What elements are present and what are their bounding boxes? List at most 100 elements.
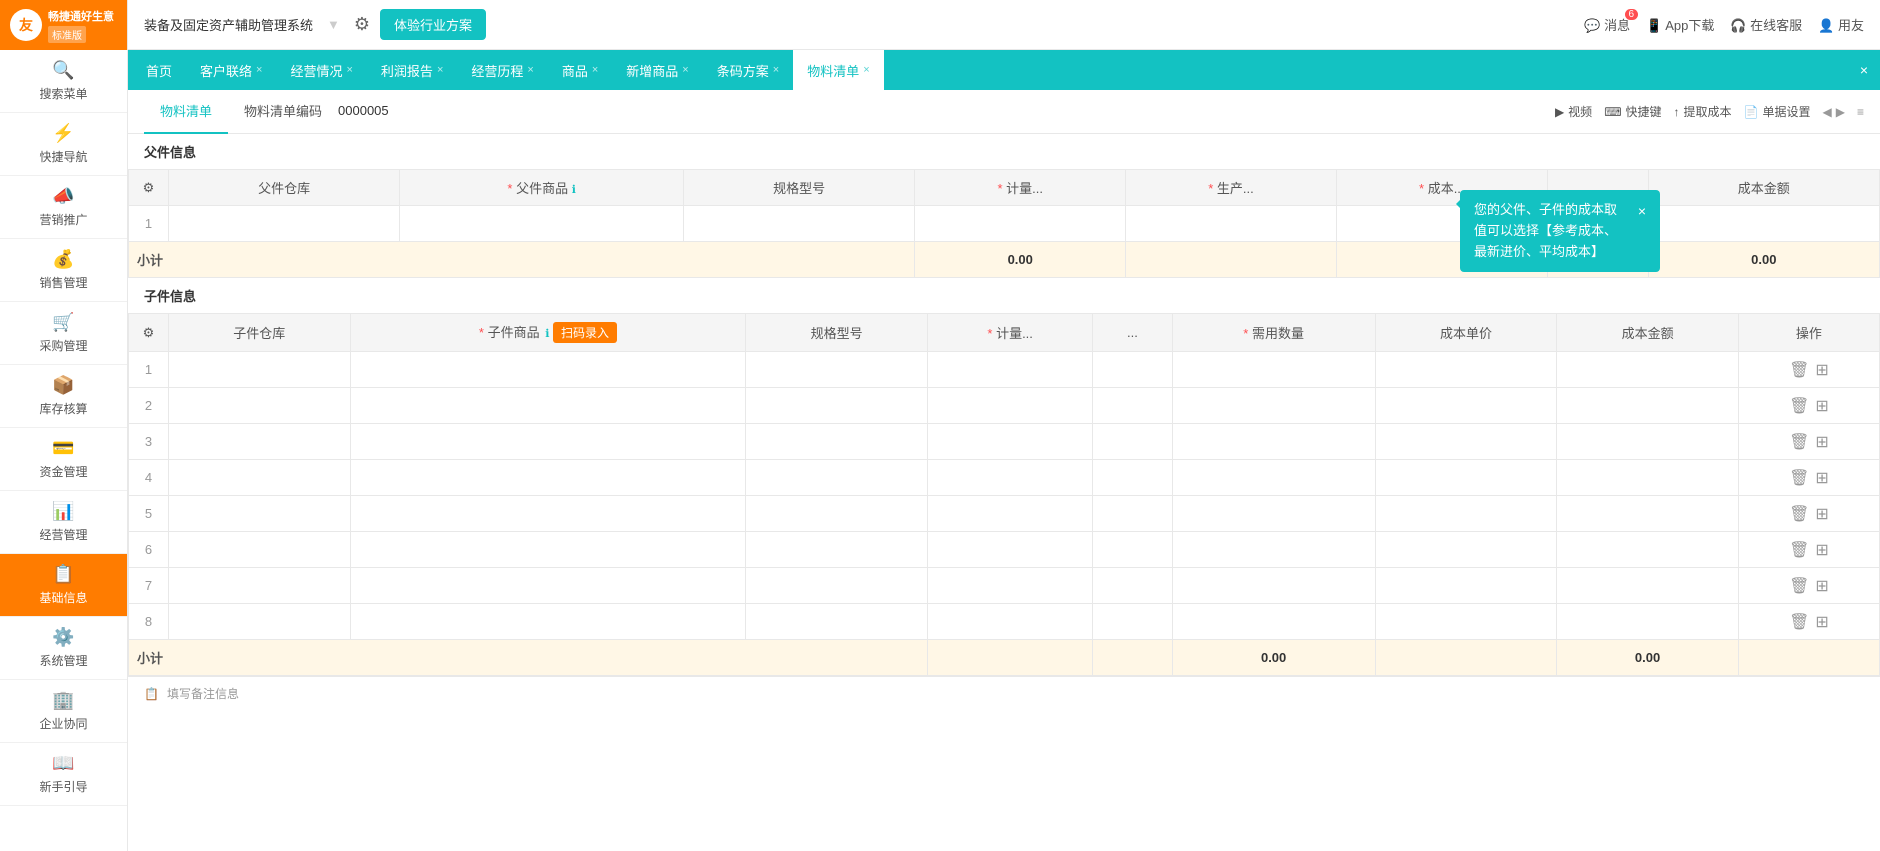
delete-icon[interactable]: 🗑 [1789, 576, 1809, 596]
child-goods-7[interactable] [350, 568, 746, 604]
tab-goods[interactable]: 商品 × [548, 50, 612, 90]
child-goods-3[interactable] [350, 424, 746, 460]
child-extra-3[interactable] [1093, 424, 1172, 460]
child-qty-5[interactable] [1172, 496, 1375, 532]
close-goods-icon[interactable]: × [592, 64, 598, 76]
child-extra-4[interactable] [1093, 460, 1172, 496]
child-extra-1[interactable] [1093, 352, 1172, 388]
user-menu[interactable]: 👤 用友 [1818, 15, 1864, 34]
slip-settings-action[interactable]: 📄 单据设置 [1744, 103, 1811, 120]
tab-biz-history[interactable]: 经营历程 × [457, 50, 547, 90]
close-operation-icon[interactable]: × [346, 64, 352, 76]
delete-icon[interactable]: 🗑 [1789, 540, 1809, 560]
sidebar-item-system[interactable]: ⚙️ 系统管理 [0, 617, 127, 680]
child-goods-2[interactable] [350, 388, 746, 424]
delete-icon[interactable]: 🗑 [1789, 360, 1809, 380]
copy-icon[interactable]: ⊞ [1815, 540, 1828, 560]
tooltip-close-btn[interactable]: × [1638, 200, 1646, 222]
tab-home[interactable]: 首页 [132, 50, 186, 90]
sidebar-item-purchase[interactable]: 🛒 采购管理 [0, 302, 127, 365]
app-download[interactable]: 📱 App下载 [1646, 15, 1714, 34]
shortcut-action[interactable]: ⌨ 快捷键 [1604, 103, 1661, 120]
delete-icon[interactable]: 🗑 [1789, 504, 1809, 524]
online-service[interactable]: 🎧 在线客服 [1730, 15, 1802, 34]
child-warehouse-3[interactable] [169, 424, 351, 460]
tab-bom[interactable]: 物料清单 × [793, 50, 883, 90]
prev-icon[interactable]: ◀ [1823, 105, 1832, 119]
delete-icon[interactable]: 🗑 [1789, 468, 1809, 488]
bottom-hint[interactable]: 📋 填写备注信息 [128, 676, 1880, 710]
copy-icon[interactable]: ⊞ [1815, 396, 1828, 416]
child-extra-7[interactable] [1093, 568, 1172, 604]
sidebar-item-guide[interactable]: 📖 新手引导 [0, 743, 127, 806]
child-warehouse-5[interactable] [169, 496, 351, 532]
child-qty-2[interactable] [1172, 388, 1375, 424]
child-spec-3[interactable] [746, 424, 928, 460]
child-spec-4[interactable] [746, 460, 928, 496]
scan-btn[interactable]: 扫码录入 [553, 322, 617, 343]
try-btn[interactable]: 体验行业方案 [380, 9, 486, 40]
child-unit-8[interactable] [927, 604, 1092, 640]
child-goods-5[interactable] [350, 496, 746, 532]
copy-icon[interactable]: ⊞ [1815, 504, 1828, 524]
sidebar-item-finance[interactable]: 💳 资金管理 [0, 428, 127, 491]
child-warehouse-4[interactable] [169, 460, 351, 496]
child-warehouse-6[interactable] [169, 532, 351, 568]
child-spec-2[interactable] [746, 388, 928, 424]
child-unit-3[interactable] [927, 424, 1092, 460]
settings-icon[interactable]: ⚙ [354, 14, 370, 35]
close-barcode-icon[interactable]: × [773, 64, 779, 76]
child-goods-6[interactable] [350, 532, 746, 568]
child-unit-cost-8[interactable] [1375, 604, 1557, 640]
close-biz-history-icon[interactable]: × [527, 64, 533, 76]
parent-warehouse-cell[interactable] [169, 206, 400, 242]
child-qty-8[interactable] [1172, 604, 1375, 640]
parent-goods-cell[interactable] [400, 206, 684, 242]
close-bom-icon[interactable]: × [863, 64, 869, 76]
parent-production-cell[interactable] [1126, 206, 1337, 242]
child-qty-1[interactable] [1172, 352, 1375, 388]
sidebar-item-operation[interactable]: 📊 经营管理 [0, 491, 127, 554]
sidebar-item-basic[interactable]: 📋 基础信息 [0, 554, 127, 617]
child-goods-1[interactable] [350, 352, 746, 388]
close-all-tabs-btn[interactable]: × [1852, 62, 1876, 78]
message-badge[interactable]: 💬 6 消息 [1584, 15, 1630, 34]
sidebar-item-enterprise[interactable]: 🏢 企业协同 [0, 680, 127, 743]
child-unit-cost-3[interactable] [1375, 424, 1557, 460]
child-warehouse-1[interactable] [169, 352, 351, 388]
view-action[interactable]: ▶ 视频 [1555, 103, 1592, 120]
delete-icon[interactable]: 🗑 [1789, 612, 1809, 632]
child-unit-cost-4[interactable] [1375, 460, 1557, 496]
parent-spec-cell[interactable] [683, 206, 914, 242]
child-unit-4[interactable] [927, 460, 1092, 496]
child-unit-6[interactable] [927, 532, 1092, 568]
close-profit-icon[interactable]: × [437, 64, 443, 76]
parent-unit-cell[interactable] [915, 206, 1126, 242]
tab-profit[interactable]: 利润报告 × [367, 50, 457, 90]
child-extra-8[interactable] [1093, 604, 1172, 640]
copy-icon[interactable]: ⊞ [1815, 576, 1828, 596]
copy-icon[interactable]: ⊞ [1815, 432, 1828, 452]
child-goods-4[interactable] [350, 460, 746, 496]
delete-icon[interactable]: 🗑 [1789, 396, 1809, 416]
child-warehouse-2[interactable] [169, 388, 351, 424]
copy-icon[interactable]: ⊞ [1815, 468, 1828, 488]
tab-operation-status[interactable]: 经营情况 × [276, 50, 366, 90]
child-spec-5[interactable] [746, 496, 928, 532]
child-unit-cost-5[interactable] [1375, 496, 1557, 532]
child-qty-7[interactable] [1172, 568, 1375, 604]
sidebar-item-quicknav[interactable]: ⚡ 快捷导航 [0, 113, 127, 176]
child-goods-8[interactable] [350, 604, 746, 640]
child-unit-cost-2[interactable] [1375, 388, 1557, 424]
copy-icon[interactable]: ⊞ [1815, 612, 1828, 632]
close-new-goods-icon[interactable]: × [682, 64, 688, 76]
close-customers-icon[interactable]: × [256, 64, 262, 76]
child-warehouse-8[interactable] [169, 604, 351, 640]
child-spec-6[interactable] [746, 532, 928, 568]
tab-barcode[interactable]: 条码方案 × [703, 50, 793, 90]
child-unit-cost-1[interactable] [1375, 352, 1557, 388]
sidebar-item-search[interactable]: 🔍 搜索菜单 [0, 50, 127, 113]
child-unit-5[interactable] [927, 496, 1092, 532]
extract-cost-action[interactable]: ↑ 提取成本 [1674, 103, 1732, 120]
child-unit-1[interactable] [927, 352, 1092, 388]
